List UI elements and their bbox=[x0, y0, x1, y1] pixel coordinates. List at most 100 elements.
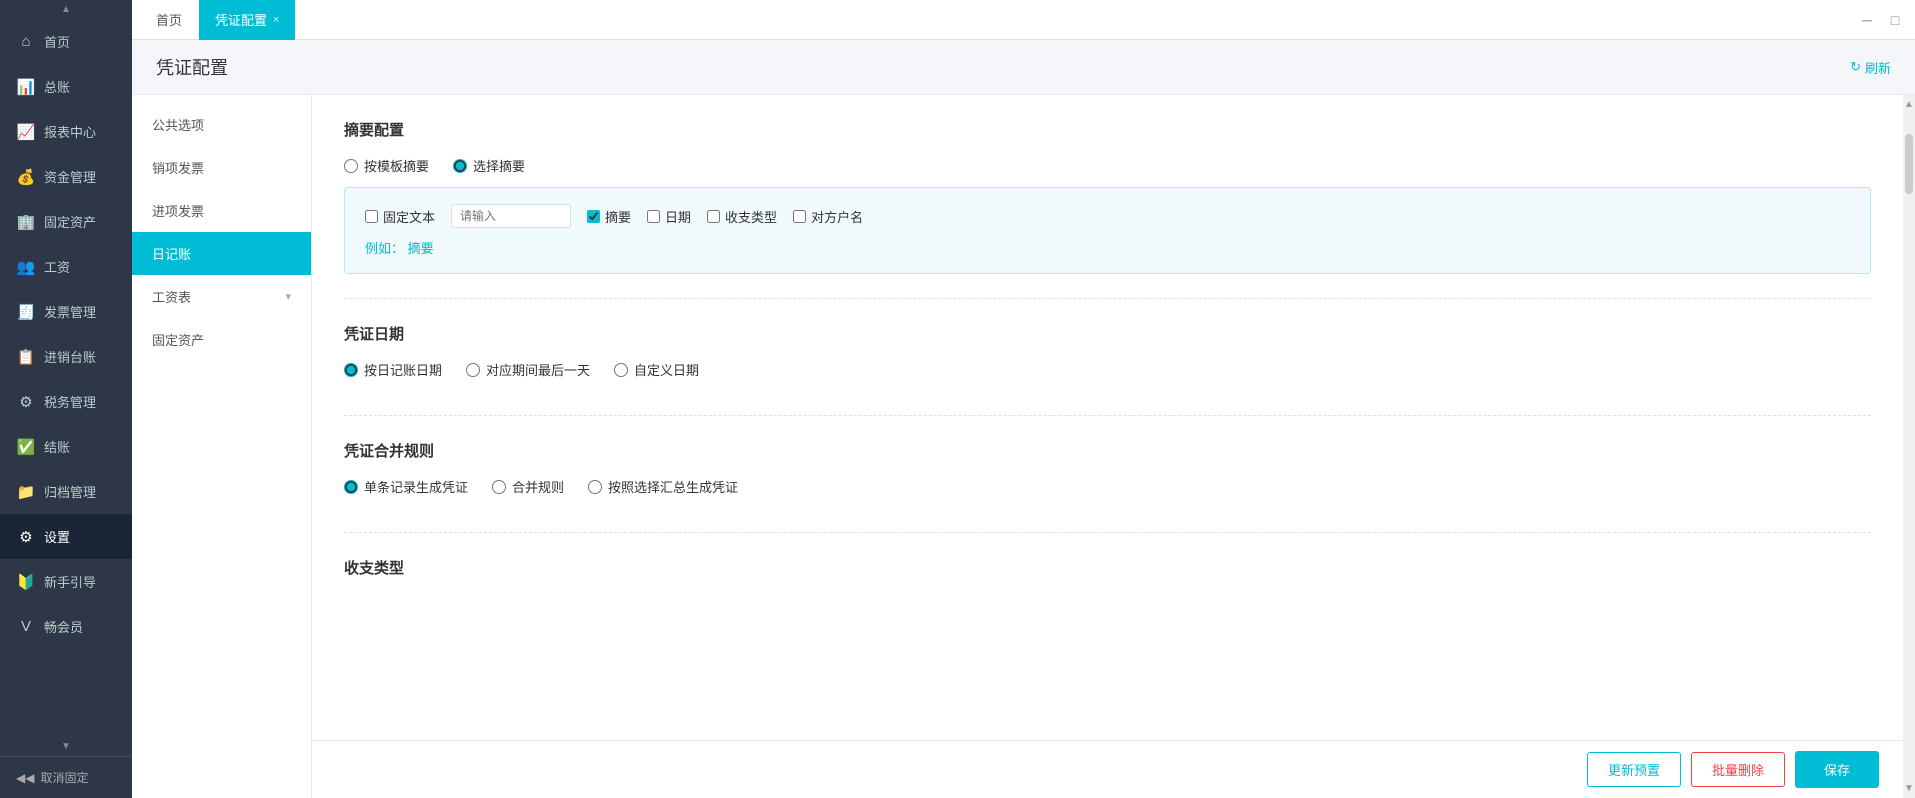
voucher-date-section: 凭证日期 按日记账日期 对应期间最后一天 自定义日期 bbox=[344, 323, 1871, 416]
sidebar-item-member[interactable]: V 畅会员 bbox=[0, 604, 132, 649]
sidebar-item-purchase-sales[interactable]: 📋 进销台账 bbox=[0, 334, 132, 379]
nav-purchase-invoice[interactable]: 进项发票 bbox=[132, 189, 311, 232]
summary-section-title: 摘要配置 bbox=[344, 119, 1871, 140]
fixed-text-checkbox[interactable] bbox=[365, 210, 378, 223]
checkbox-summary[interactable]: 摘要 bbox=[587, 207, 631, 226]
sidebar-scroll-down[interactable]: ▼ bbox=[0, 737, 132, 756]
tab-close-icon[interactable]: × bbox=[273, 14, 279, 26]
home-icon: ⌂ bbox=[16, 33, 36, 50]
guide-icon: 🔰 bbox=[16, 573, 36, 591]
settle-icon: ✅ bbox=[16, 438, 36, 456]
nav-sales-invoice[interactable]: 销项发票 bbox=[132, 146, 311, 189]
sidebar-item-payroll[interactable]: 👥 工资 bbox=[0, 244, 132, 289]
radio-select-input[interactable] bbox=[453, 159, 467, 173]
custom-date-radio[interactable] bbox=[614, 363, 628, 377]
sidebar-item-tax[interactable]: ⚙ 税务管理 bbox=[0, 379, 132, 424]
sidebar-scroll-up[interactable]: ▲ bbox=[0, 0, 132, 19]
tab-voucher-config[interactable]: 凭证配置 × bbox=[199, 0, 296, 40]
sidebar-item-fixed-assets[interactable]: 🏢 固定资产 bbox=[0, 199, 132, 244]
sidebar-unpin-btn[interactable]: ◀◀ 取消固定 bbox=[0, 756, 132, 798]
income-type-checkbox[interactable] bbox=[707, 210, 720, 223]
main-area: 首页 凭证配置 × ─ □ 凭证配置 ↻ 刷新 公共选项 销项发票 进项 bbox=[132, 0, 1915, 798]
voucher-date-title: 凭证日期 bbox=[344, 323, 1871, 344]
merge-radio[interactable] bbox=[492, 480, 506, 494]
sidebar-item-guide[interactable]: 🔰 新手引导 bbox=[0, 559, 132, 604]
date-checkbox[interactable] bbox=[647, 210, 660, 223]
right-panel: 摘要配置 按模板摘要 选择摘要 bbox=[312, 95, 1903, 740]
scroll-up-arrow[interactable]: ▲ bbox=[1900, 95, 1915, 114]
purchase-sales-icon: 📋 bbox=[16, 348, 36, 366]
summary-config-section: 摘要配置 按模板摘要 选择摘要 bbox=[344, 119, 1871, 299]
income-type-section: 收支类型 bbox=[344, 557, 1871, 618]
merge-rules-title: 凭证合并规则 bbox=[344, 440, 1871, 461]
radio-template-input[interactable] bbox=[344, 159, 358, 173]
last-day-radio[interactable] bbox=[466, 363, 480, 377]
pin-icon: ◀◀ bbox=[16, 771, 34, 785]
sidebar-item-settings[interactable]: ⚙ 设置 bbox=[0, 514, 132, 559]
scroll-down-arrow[interactable]: ▼ bbox=[1900, 779, 1915, 798]
summary-options-box: 固定文本 摘要 日期 bbox=[344, 187, 1871, 274]
maximize-button[interactable]: □ bbox=[1883, 8, 1907, 32]
invoice-icon: 🧾 bbox=[16, 303, 36, 321]
chart-icon: 📊 bbox=[16, 78, 36, 96]
fixed-assets-icon: 🏢 bbox=[16, 213, 36, 231]
tab-home[interactable]: 首页 bbox=[140, 0, 199, 40]
sidebar-item-ledger[interactable]: 📊 总账 bbox=[0, 64, 132, 109]
tax-icon: ⚙ bbox=[16, 393, 36, 411]
checkbox-fixed-text[interactable]: 固定文本 bbox=[365, 207, 435, 226]
funds-icon: 💰 bbox=[16, 168, 36, 186]
nav-public[interactable]: 公共选项 bbox=[132, 103, 311, 146]
radio-journal-date[interactable]: 按日记账日期 bbox=[344, 360, 442, 379]
sidebar-item-reports[interactable]: 📈 报表中心 bbox=[0, 109, 132, 154]
page-title: 凭证配置 bbox=[156, 54, 228, 80]
archive-icon: 📁 bbox=[16, 483, 36, 501]
radio-select[interactable]: 选择摘要 bbox=[453, 156, 525, 175]
sidebar-item-invoice[interactable]: 🧾 发票管理 bbox=[0, 289, 132, 334]
refresh-button[interactable]: ↻ 刷新 bbox=[1850, 58, 1891, 77]
settings-icon: ⚙ bbox=[16, 528, 36, 546]
scrollbar[interactable]: ▲ ▼ bbox=[1903, 95, 1915, 798]
sidebar-item-archive[interactable]: 📁 归档管理 bbox=[0, 469, 132, 514]
radio-last-day[interactable]: 对应期间最后一天 bbox=[466, 360, 590, 379]
select-merge-radio[interactable] bbox=[588, 480, 602, 494]
summary-preview: 例如： 摘要 bbox=[365, 238, 1850, 257]
journal-date-radio[interactable] bbox=[344, 363, 358, 377]
checkbox-date[interactable]: 日期 bbox=[647, 207, 691, 226]
nav-fixed-assets[interactable]: 固定资产 bbox=[132, 318, 311, 361]
checkbox-counterpart[interactable]: 对方户名 bbox=[793, 207, 863, 226]
sidebar-item-home[interactable]: ⌂ 首页 bbox=[0, 19, 132, 64]
single-radio[interactable] bbox=[344, 480, 358, 494]
summary-radio-group: 按模板摘要 选择摘要 bbox=[344, 156, 1871, 175]
income-type-title: 收支类型 bbox=[344, 557, 1871, 578]
update-preview-button[interactable]: 更新预置 bbox=[1587, 752, 1681, 787]
sidebar: ▲ ⌂ 首页 📊 总账 📈 报表中心 💰 资金管理 🏢 固定资产 👥 工资 🧾 … bbox=[0, 0, 132, 798]
merge-rules-section: 凭证合并规则 单条记录生成凭证 合并规则 按照选择汇总生成凭证 bbox=[344, 440, 1871, 533]
radio-merge[interactable]: 合并规则 bbox=[492, 477, 564, 496]
radio-single[interactable]: 单条记录生成凭证 bbox=[344, 477, 468, 496]
radio-custom-date[interactable]: 自定义日期 bbox=[614, 360, 699, 379]
merge-rules-radio-group: 单条记录生成凭证 合并规则 按照选择汇总生成凭证 bbox=[344, 477, 1871, 496]
batch-delete-button[interactable]: 批量删除 bbox=[1691, 752, 1785, 787]
save-button[interactable]: 保存 bbox=[1795, 751, 1879, 788]
nav-journal[interactable]: 日记账 bbox=[132, 232, 311, 275]
summary-checkboxes-row: 固定文本 摘要 日期 bbox=[365, 204, 1850, 228]
minimize-button[interactable]: ─ bbox=[1855, 8, 1879, 32]
content-body: 公共选项 销项发票 进项发票 日记账 工资表 ▾ 固定资产 bbox=[132, 95, 1915, 798]
checkbox-income-type[interactable]: 收支类型 bbox=[707, 207, 777, 226]
fixed-text-input[interactable] bbox=[451, 204, 571, 228]
member-icon: V bbox=[16, 618, 36, 635]
counterpart-checkbox[interactable] bbox=[793, 210, 806, 223]
content-header: 凭证配置 ↻ 刷新 bbox=[132, 40, 1915, 95]
summary-checkbox[interactable] bbox=[587, 210, 600, 223]
payroll-icon: 👥 bbox=[16, 258, 36, 276]
scrollbar-thumb[interactable] bbox=[1905, 134, 1913, 194]
voucher-date-radio-group: 按日记账日期 对应期间最后一天 自定义日期 bbox=[344, 360, 1871, 379]
tab-bar: 首页 凭证配置 × ─ □ bbox=[132, 0, 1915, 40]
refresh-icon: ↻ bbox=[1850, 59, 1861, 75]
radio-select-merge[interactable]: 按照选择汇总生成凭证 bbox=[588, 477, 738, 496]
sidebar-item-settle[interactable]: ✅ 结账 bbox=[0, 424, 132, 469]
nav-payroll-table[interactable]: 工资表 ▾ bbox=[132, 275, 311, 318]
radio-template[interactable]: 按模板摘要 bbox=[344, 156, 429, 175]
sidebar-item-funds[interactable]: 💰 资金管理 bbox=[0, 154, 132, 199]
left-nav: 公共选项 销项发票 进项发票 日记账 工资表 ▾ 固定资产 bbox=[132, 95, 312, 798]
